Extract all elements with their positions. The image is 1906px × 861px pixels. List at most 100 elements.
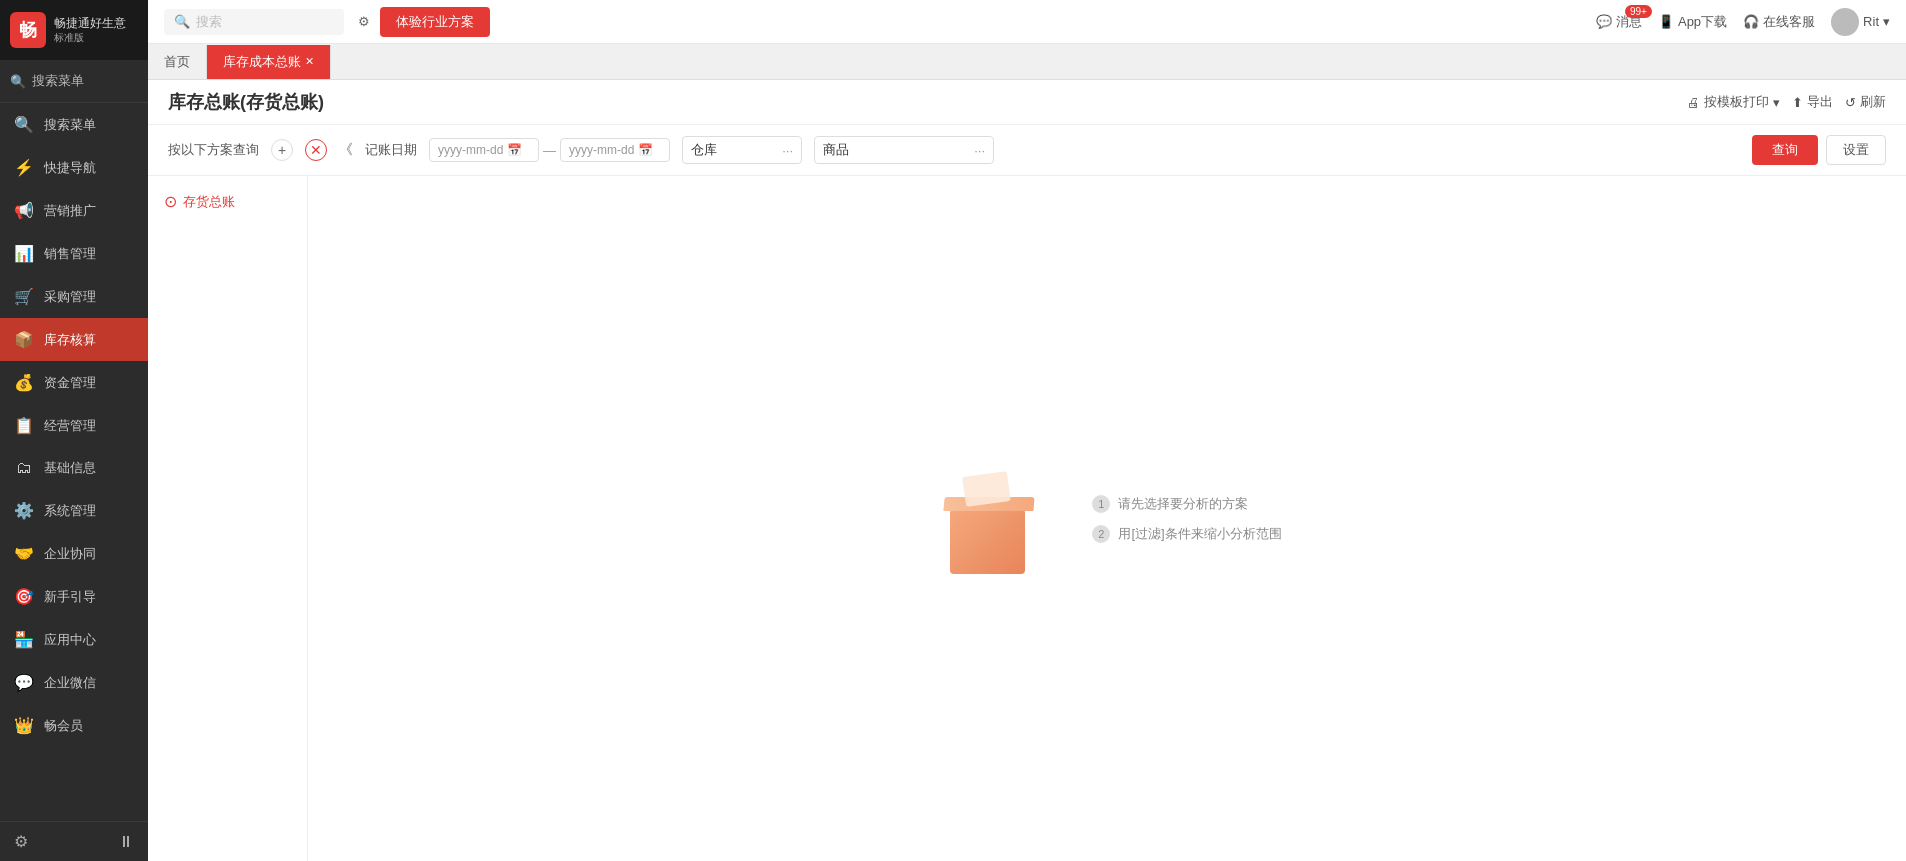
goods-more-icon: ··· (974, 143, 985, 158)
sidebar-logo: 畅 畅捷通好生意 标准版 (0, 0, 148, 60)
export-icon: ⬆ (1792, 95, 1803, 110)
date-end-input[interactable]: yyyy-mm-dd 📅 (560, 138, 670, 162)
sidebar-vip-label: 畅会员 (44, 717, 83, 735)
search-menu-button[interactable]: 🔍 搜索菜单 (10, 68, 138, 94)
sidebar-system-icon: ⚙️ (14, 501, 34, 520)
online-service-button[interactable]: 🎧 在线客服 (1743, 13, 1815, 31)
sidebar-vip-icon: 👑 (14, 716, 34, 735)
collapse-icon[interactable]: ⏸ (118, 833, 134, 851)
industry-button[interactable]: 体验行业方案 (380, 7, 490, 37)
query-button[interactable]: 查询 (1752, 135, 1818, 165)
search-icon: 🔍 (10, 74, 26, 89)
print-button[interactable]: 🖨 按模板打印 ▾ (1687, 93, 1780, 111)
app-icon: 📱 (1658, 14, 1674, 29)
scheme-item-inventory-ledger[interactable]: ⊙ 存货总账 (148, 184, 307, 219)
warehouse-more-icon: ··· (782, 143, 793, 158)
sidebar-sales-icon: 📊 (14, 244, 34, 263)
sidebar-system-label: 系统管理 (44, 502, 96, 520)
message-badge: 99+ (1625, 5, 1652, 18)
settings-button[interactable]: 设置 (1826, 135, 1886, 165)
print-icon: 🖨 (1687, 95, 1700, 110)
filter-collapse-icon[interactable]: 《 (339, 141, 353, 159)
user-name: Rit (1863, 14, 1879, 29)
refresh-button[interactable]: ↺ 刷新 (1845, 93, 1886, 111)
tab-close-icon[interactable]: ✕ (305, 55, 314, 68)
sidebar-item-operation[interactable]: 📋 经营管理 (0, 404, 148, 447)
hint-item-1: 1 请先选择要分析的方案 (1092, 495, 1281, 513)
warehouse-label: 仓库 (691, 141, 717, 159)
topbar-right: 💬 消息 99+ 📱 App下载 🎧 在线客服 Rit ▾ (1596, 8, 1890, 36)
sidebar-item-finance[interactable]: 💰 资金管理 (0, 361, 148, 404)
empty-hints: 1 请先选择要分析的方案 2 用[过滤]条件来缩小分析范围 (1092, 495, 1281, 543)
message-button[interactable]: 💬 消息 99+ (1596, 13, 1642, 31)
sidebar-item-inventory[interactable]: 📦 库存核算 (0, 318, 148, 361)
sidebar-finance-label: 资金管理 (44, 374, 96, 392)
topbar-gear-icon[interactable]: ⚙ (358, 14, 370, 29)
empty-illustration (932, 459, 1052, 579)
tab-home[interactable]: 首页 (148, 45, 207, 79)
sidebar-item-enterprise[interactable]: 🤝 企业协同 (0, 532, 148, 575)
sidebar-item-search[interactable]: 🔍 搜索菜单 (0, 103, 148, 146)
scheme-item-icon: ⊙ (164, 192, 177, 211)
topbar: 🔍 搜索 ⚙ 体验行业方案 💬 消息 99+ 📱 App下载 🎧 在线客服 Ri… (148, 0, 1906, 44)
page-title: 库存总账(存货总账) (168, 90, 324, 114)
sidebar-item-guide[interactable]: 🎯 新手引导 (0, 575, 148, 618)
hint-text-1: 请先选择要分析的方案 (1118, 495, 1248, 513)
refresh-icon: ↺ (1845, 95, 1856, 110)
sidebar-sales-label: 销售管理 (44, 245, 96, 263)
date-start-placeholder: yyyy-mm-dd (438, 143, 503, 157)
sidebar-item-system[interactable]: ⚙️ 系统管理 (0, 489, 148, 532)
goods-select[interactable]: 商品 ··· (814, 136, 994, 164)
sidebar-wechat-label: 企业微信 (44, 674, 96, 692)
user-avatar (1831, 8, 1859, 36)
sidebar-item-vip[interactable]: 👑 畅会员 (0, 704, 148, 747)
sidebar-marketing-icon: 📢 (14, 201, 34, 220)
box-paper (963, 471, 1012, 507)
filter-bar: 按以下方案查询 + ✕ 《 记账日期 yyyy-mm-dd 📅 — yyyy-m… (148, 125, 1906, 176)
sidebar-item-purchase[interactable]: 🛒 采购管理 (0, 275, 148, 318)
date-start-input[interactable]: yyyy-mm-dd 📅 (429, 138, 539, 162)
filter-delete-button[interactable]: ✕ (305, 139, 327, 161)
scheme-item-label: 存货总账 (183, 193, 235, 211)
warehouse-select[interactable]: 仓库 ··· (682, 136, 802, 164)
filter-add-button[interactable]: + (271, 139, 293, 161)
content-area: 库存总账(存货总账) 🖨 按模板打印 ▾ ⬆ 导出 ↺ 刷新 按以下方案查询 (148, 80, 1906, 861)
sidebar-item-marketing[interactable]: 📢 营销推广 (0, 189, 148, 232)
logo-text-area: 畅捷通好生意 标准版 (54, 15, 126, 46)
message-icon: 💬 (1596, 14, 1612, 29)
sidebar-search-icon: 🔍 (14, 115, 34, 134)
sidebar-operation-label: 经营管理 (44, 417, 96, 435)
search-menu-label: 搜索菜单 (32, 72, 84, 90)
sidebar-item-wechat[interactable]: 💬 企业微信 (0, 661, 148, 704)
sidebar-item-sales[interactable]: 📊 销售管理 (0, 232, 148, 275)
sidebar-item-quick-nav[interactable]: ⚡ 快捷导航 (0, 146, 148, 189)
tabs-bar: 首页 库存成本总账 ✕ (148, 44, 1906, 80)
logo-badge: 标准版 (54, 31, 126, 45)
topbar-search-placeholder: 搜索 (196, 13, 222, 31)
date-range-group: yyyy-mm-dd 📅 — yyyy-mm-dd 📅 (429, 138, 670, 162)
app-download-button[interactable]: 📱 App下载 (1658, 13, 1727, 31)
sidebar-search-section[interactable]: 🔍 搜索菜单 (0, 60, 148, 103)
print-dropdown-icon: ▾ (1773, 95, 1780, 110)
tab-inventory-cost[interactable]: 库存成本总账 ✕ (207, 45, 331, 79)
sidebar-base-icon: 🗂 (14, 459, 34, 477)
box-body (950, 509, 1025, 574)
service-label: 在线客服 (1763, 13, 1815, 31)
service-icon: 🎧 (1743, 14, 1759, 29)
sidebar-item-base[interactable]: 🗂 基础信息 (0, 447, 148, 489)
sidebar-appstore-label: 应用中心 (44, 631, 96, 649)
sidebar-base-label: 基础信息 (44, 459, 96, 477)
export-button[interactable]: ⬆ 导出 (1792, 93, 1833, 111)
hint-item-2: 2 用[过滤]条件来缩小分析范围 (1092, 525, 1281, 543)
calendar-end-icon: 📅 (638, 143, 653, 157)
sidebar-inventory-label: 库存核算 (44, 331, 96, 349)
main-content: ⊙ 存货总账 1 请先 (148, 176, 1906, 861)
sidebar-purchase-label: 采购管理 (44, 288, 96, 306)
sidebar-purchase-icon: 🛒 (14, 287, 34, 306)
topbar-search[interactable]: 🔍 搜索 (164, 9, 344, 35)
settings-icon[interactable]: ⚙ (14, 832, 28, 851)
date-label: 记账日期 (365, 141, 417, 159)
sidebar-item-appstore[interactable]: 🏪 应用中心 (0, 618, 148, 661)
user-menu-button[interactable]: Rit ▾ (1831, 8, 1890, 36)
hint-num-2: 2 (1092, 525, 1110, 543)
